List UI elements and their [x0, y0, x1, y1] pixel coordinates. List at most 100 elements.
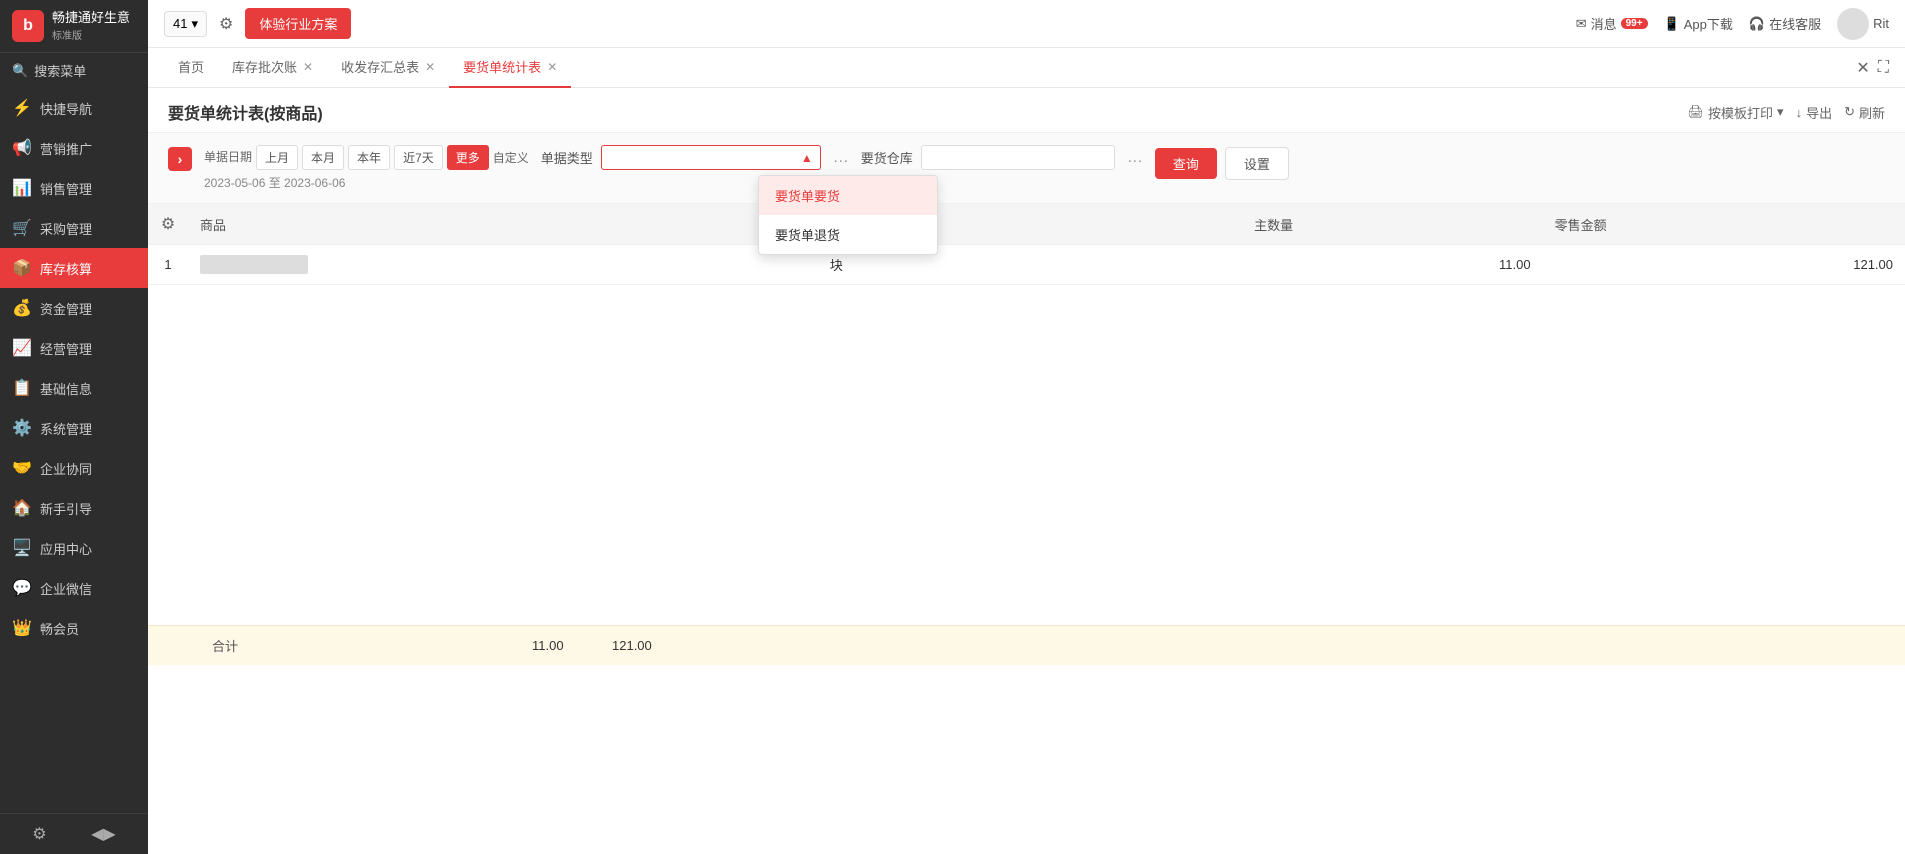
type-label: 单据类型 [541, 148, 593, 167]
tab-home-label: 首页 [178, 57, 204, 76]
close-all-icon[interactable]: ✕ [1856, 58, 1869, 78]
trial-btn[interactable]: 体验行业方案 [245, 8, 351, 39]
tab-inventory-batch[interactable]: 库存批次账 ✕ [218, 48, 327, 88]
col-product: 商品 [188, 204, 818, 245]
warehouse-filter-group: 要货仓库 … [861, 145, 1143, 170]
tab-order-stats-close[interactable]: ✕ [547, 60, 557, 74]
membership-icon: 👑 [12, 618, 32, 638]
sales-icon: 📊 [12, 178, 32, 198]
print-icon: 🖨 [1688, 104, 1705, 120]
refresh-btn[interactable]: ↻ 刷新 [1844, 103, 1885, 122]
settings-btn[interactable]: 设置 [1225, 147, 1289, 180]
row-quantity: 11.00 [1242, 245, 1542, 285]
date-more-btn[interactable]: 更多 [447, 145, 489, 170]
version-select[interactable]: 41 ▾ [164, 11, 207, 37]
sidebar-item-system[interactable]: ⚙️ 系统管理 [0, 408, 148, 448]
sidebar-item-inventory[interactable]: 📦 库存核算 [0, 248, 148, 288]
sidebar-item-purchase[interactable]: 🛒 采购管理 [0, 208, 148, 248]
product-name-blurred: ██████████ [200, 255, 308, 274]
sidebar-item-label: 企业微信 [40, 579, 92, 598]
topbar-gear-icon[interactable]: ⚙ [219, 14, 233, 34]
online-service-btn[interactable]: 🎧 在线客服 [1749, 14, 1821, 33]
sidebar-item-basics[interactable]: 📋 基础信息 [0, 368, 148, 408]
app-download-label: App下载 [1684, 14, 1733, 33]
sidebar-item-marketing[interactable]: 📢 营销推广 [0, 128, 148, 168]
tab-inventory-batch-close[interactable]: ✕ [303, 60, 313, 74]
app-download-btn[interactable]: 📱 App下载 [1664, 14, 1733, 33]
sidebar-item-appstore[interactable]: 🖥️ 应用中心 [0, 528, 148, 568]
dropdown-item-purchase-order[interactable]: 要货单要货 [759, 176, 937, 215]
tab-receipt-summary-label: 收发存汇总表 [341, 57, 419, 76]
sidebar-item-quick-nav[interactable]: ⚡ 快捷导航 [0, 88, 148, 128]
type-select-arrow-icon[interactable]: ▲ [801, 151, 813, 165]
topbar-actions: ✉ 消息 99+ 📱 App下载 🎧 在线客服 Rit [1576, 8, 1889, 40]
tab-receipt-summary[interactable]: 收发存汇总表 ✕ [327, 48, 449, 88]
sidebar-item-label: 基础信息 [40, 379, 92, 398]
date-this-month-btn[interactable]: 本月 [302, 145, 344, 170]
enterprise-icon: 🤝 [12, 458, 32, 478]
system-icon: ⚙️ [12, 418, 32, 438]
service-icon: 🎧 [1749, 16, 1765, 32]
version-number: 41 [173, 16, 187, 31]
sidebar-logo: b 畅捷通好生意 标准版 [0, 0, 148, 53]
appstore-icon: 🖥️ [12, 538, 32, 558]
main-content: 41 ▾ ⚙ 体验行业方案 ✉ 消息 99+ 📱 App下载 🎧 在线客服 Ri… [148, 0, 1905, 854]
sidebar-item-label: 企业协同 [40, 459, 92, 478]
type-select-wrap: ▲ [601, 145, 821, 170]
warehouse-input[interactable] [921, 145, 1115, 170]
table-header-row: ⚙ 商品 主计量单位 主数量 零售金额 [148, 204, 1905, 245]
table-settings-icon[interactable]: ⚙ [161, 216, 175, 233]
export-icon: ↓ [1796, 105, 1803, 120]
sidebar-item-label: 销售管理 [40, 179, 92, 198]
user-avatar-btn[interactable]: Rit [1837, 8, 1889, 40]
sidebar-item-label: 新手引导 [40, 499, 92, 518]
date-last-7days-btn[interactable]: 近7天 [394, 145, 443, 170]
sidebar-item-membership[interactable]: 👑 畅会员 [0, 608, 148, 648]
chevron-down-icon: ▾ [191, 16, 198, 32]
filter-bar: › 单据日期 上月 本月 本年 近7天 更多 自定义 2023-05-06 至 … [148, 133, 1905, 204]
dropdown-item-purchase-return[interactable]: 要货单退货 [759, 215, 937, 254]
sidebar-item-guide[interactable]: 🏠 新手引导 [0, 488, 148, 528]
refresh-label: 刷新 [1859, 103, 1885, 122]
footer-label: 合计 [200, 636, 420, 655]
type-filter-group: 单据类型 ▲ … [541, 145, 849, 170]
app-icon: 📱 [1664, 16, 1680, 32]
col-amount: 零售金额 [1543, 204, 1905, 245]
page-header: 要货单统计表(按商品) 🖨 按模板打印 ▾ ↓ 导出 ↻ 刷新 [148, 88, 1905, 133]
messages-btn[interactable]: ✉ 消息 99+ [1576, 14, 1648, 33]
marketing-icon: 📢 [12, 138, 32, 158]
print-btn[interactable]: 🖨 按模板打印 ▾ [1688, 103, 1784, 122]
warehouse-dots-icon[interactable]: … [1127, 149, 1143, 167]
expand-icon[interactable]: ⛶ [1878, 59, 1889, 77]
date-last-month-btn[interactable]: 上月 [256, 145, 298, 170]
search-menu[interactable]: 🔍 搜索菜单 [0, 53, 148, 88]
collapse-icon[interactable]: ◀▶ [91, 824, 116, 844]
settings-icon[interactable]: ⚙ [32, 824, 46, 844]
export-btn[interactable]: ↓ 导出 [1796, 103, 1833, 122]
basics-icon: 📋 [12, 378, 32, 398]
finance-icon: 💰 [12, 298, 32, 318]
sidebar-item-label: 库存核算 [40, 259, 92, 278]
warehouse-label: 要货仓库 [861, 148, 913, 167]
tab-home[interactable]: 首页 [164, 48, 218, 88]
messages-label: 消息 [1591, 14, 1617, 33]
guide-icon: 🏠 [12, 498, 32, 518]
tab-receipt-summary-close[interactable]: ✕ [425, 60, 435, 74]
sidebar-item-label: 畅会员 [40, 619, 79, 638]
sidebar-item-wechat[interactable]: 💬 企业微信 [0, 568, 148, 608]
type-select-input[interactable] [601, 145, 821, 170]
sidebar-item-sales[interactable]: 📊 销售管理 [0, 168, 148, 208]
tab-order-stats[interactable]: 要货单统计表 ✕ [449, 48, 571, 88]
tab-inventory-batch-label: 库存批次账 [232, 57, 297, 76]
filter-expand-btn[interactable]: › [168, 147, 192, 171]
col-quantity: 主数量 [1242, 204, 1542, 245]
date-custom-btn[interactable]: 自定义 [493, 149, 529, 166]
date-this-year-btn[interactable]: 本年 [348, 145, 390, 170]
type-filter-dots-icon[interactable]: … [833, 149, 849, 167]
sidebar-item-finance[interactable]: 💰 资金管理 [0, 288, 148, 328]
sidebar-item-enterprise[interactable]: 🤝 企业协同 [0, 448, 148, 488]
sidebar: b 畅捷通好生意 标准版 🔍 搜索菜单 ⚡ 快捷导航 📢 营销推广 📊 销售管理… [0, 0, 148, 854]
query-btn[interactable]: 查询 [1155, 148, 1217, 179]
sidebar-item-operations[interactable]: 📈 经营管理 [0, 328, 148, 368]
row-amount: 121.00 [1543, 245, 1905, 285]
